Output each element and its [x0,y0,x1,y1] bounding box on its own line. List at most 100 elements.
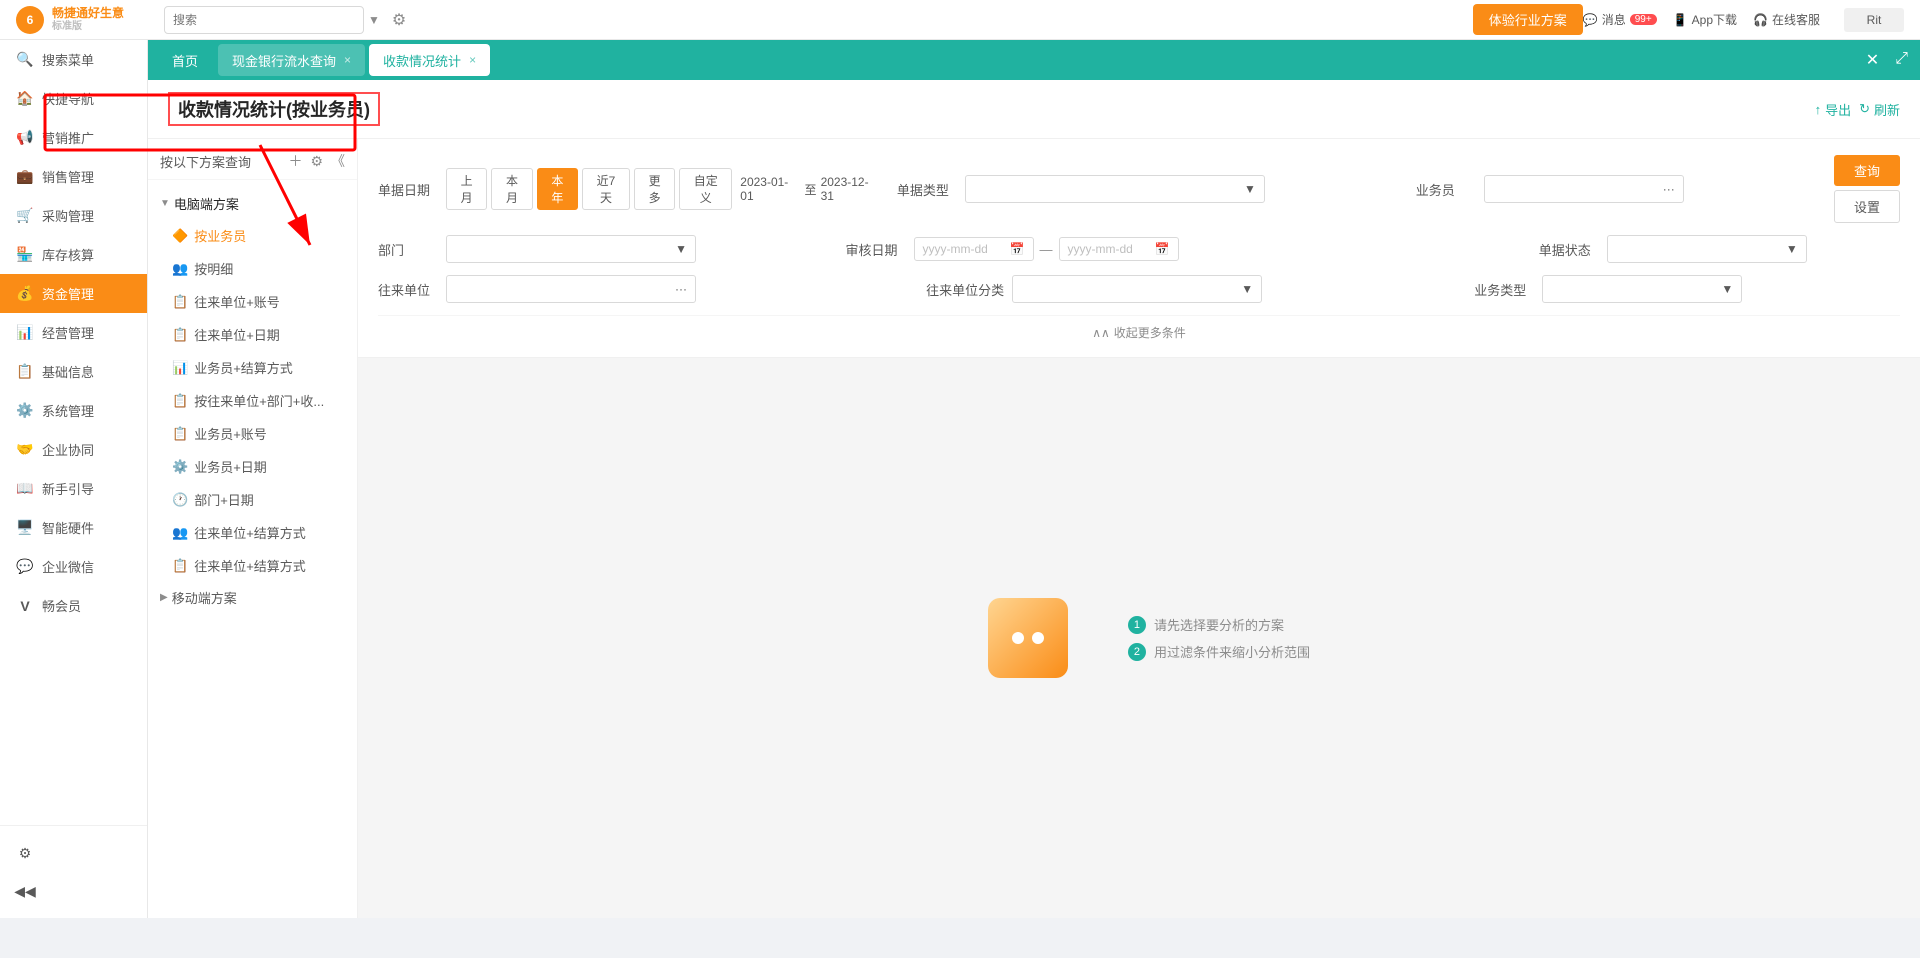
sidebar-item-finance[interactable]: 💰 资金管理 [0,274,147,313]
page-header: 收款情况统计(按业务员) ↑ 导出 ↻ 刷新 [148,80,1920,139]
this-year-btn[interactable]: 本年 [537,168,578,210]
more-date-btn[interactable]: 更多 [634,168,675,210]
sidebar-item-guide[interactable]: 📖 新手引导 [0,469,147,508]
export-button[interactable]: ↑ 导出 [1815,100,1852,119]
sidebar-settings-btn[interactable]: ⚙ [0,834,147,872]
tab-collection[interactable]: 收款情况统计 × [369,44,490,76]
partner-select[interactable]: ··· [446,275,696,303]
collapse-bar[interactable]: ∧∧ 收起更多条件 [378,315,1900,349]
tab-cashflow[interactable]: 现金银行流水查询 × [218,44,365,76]
review-date-to[interactable]: yyyy-mm-dd 📅 [1059,237,1179,261]
message-icon: 💬 [1583,13,1598,27]
tree-item-detail[interactable]: 👥 按明细 [148,252,357,285]
dept-field: 部门 ▼ [378,235,830,263]
desktop-group[interactable]: ▼ 电脑端方案 [148,188,357,219]
sidebar-item-inventory[interactable]: 🏪 库存核算 [0,235,147,274]
sidebar-item-system[interactable]: ⚙️ 系统管理 [0,391,147,430]
partner-settle2-icon: 📋 [172,558,188,574]
partner-category-select[interactable]: ▼ [1012,275,1262,303]
tab-collection-close[interactable]: × [469,53,476,67]
operations-icon: 📊 [16,324,34,342]
custom-date-btn[interactable]: 自定义 [679,168,732,210]
dept-date-icon: 🕐 [172,492,188,508]
tree-item-partner-date[interactable]: 📋 往来单位+日期 [148,318,357,351]
user-avatar[interactable]: Rit [1844,8,1904,32]
tree-item-partner-settle2[interactable]: 📋 往来单位+结算方式 [148,549,357,582]
messages-btn[interactable]: 💬 消息 99+ [1583,11,1657,28]
tree-item-salesperson-settlement[interactable]: 📊 业务员+结算方式 [148,351,357,384]
tree-section: ▼ 电脑端方案 🔶 按业务员 👥 按明细 📋 往来单位+账号 📋 往 [148,180,357,621]
review-date-from[interactable]: yyyy-mm-dd 📅 [914,237,1034,261]
form-actions: 查询 设置 [1834,155,1900,223]
date-shortcuts: 上月 本月 本年 近7天 更多 自定义 [446,168,732,210]
sidebar-item-quick-nav[interactable]: 🏠 快捷导航 [0,79,147,118]
tree-item-partner-settle1[interactable]: 👥 往来单位+结算方式 [148,516,357,549]
tree-item-partner-dept[interactable]: 📋 按往来单位+部门+收... [148,384,357,417]
mobile-group[interactable]: ▶ 移动端方案 [148,582,357,613]
search-input[interactable] [164,6,364,34]
partner-account-icon: 📋 [172,294,188,310]
download-icon: 📱 [1673,13,1688,27]
trial-button[interactable]: 体验行业方案 [1473,4,1583,35]
tree-item-salesperson[interactable]: 🔶 按业务员 [148,219,357,252]
sidebar-item-member[interactable]: V 畅会员 [0,586,147,625]
manage-scheme-btn[interactable]: ⚙ [310,153,323,170]
biz-type-field: 业务类型 ▼ [1474,275,1900,303]
last-7-days-btn[interactable]: 近7天 [582,168,630,210]
sidebar-item-weixin[interactable]: 💬 企业微信 [0,547,147,586]
tip-item-2: 2 用过滤条件来缩小分析范围 [1128,642,1310,661]
add-scheme-btn[interactable]: ＋ [288,151,302,171]
tree-item-partner-account[interactable]: 📋 往来单位+账号 [148,285,357,318]
setting-button[interactable]: 设置 [1834,190,1900,223]
sidebar-collapse-btn[interactable]: ◀◀ [0,872,147,910]
main-content: 首页 现金银行流水查询 × 收款情况统计 × ✕ ⤢ 收款情况统计(按业务员) … [148,40,1920,918]
tree-item-salesperson-account[interactable]: 📋 业务员+账号 [148,417,357,450]
status-chevron-icon: ▼ [1786,242,1798,256]
settings-icon[interactable]: ⚙ [392,10,406,30]
sidebar-item-sales[interactable]: 💼 销售管理 [0,157,147,196]
partner-label: 往来单位 [378,280,438,299]
empty-state: 1 请先选择要分析的方案 2 用过滤条件来缩小分析范围 [968,578,1310,698]
refresh-button[interactable]: ↻ 刷新 [1859,100,1900,119]
sidebar: 🔍 搜索菜单 🏠 快捷导航 📢 营销推广 💼 销售管理 🛒 采购管理 🏪 库存核… [0,40,148,918]
content-area: 按以下方案查询 ＋ ⚙ 《 ▼ 电脑端方案 🔶 按业务员 👥 按明细 [148,139,1920,918]
sidebar-item-purchase[interactable]: 🛒 采购管理 [0,196,147,235]
review-date-range: yyyy-mm-dd 📅 — yyyy-mm-dd 📅 [914,237,1523,261]
left-panel-header: 按以下方案查询 ＋ ⚙ 《 [148,139,357,180]
online-service-btn[interactable]: 🎧 在线客服 [1753,11,1820,28]
maximize-icon[interactable]: ⤢ [1891,46,1912,74]
tab-home[interactable]: 首页 [156,40,214,80]
close-window-icon[interactable]: ✕ [1862,46,1883,74]
app-download-btn[interactable]: 📱 App下载 [1673,11,1737,28]
page-title: 收款情况统计(按业务员) [168,92,380,126]
app-version: 标准版 [52,21,124,33]
tree-item-dept-date[interactable]: 🕐 部门+日期 [148,483,357,516]
settings-bottom-icon: ⚙ [16,844,34,862]
salesperson-select[interactable]: ··· [1484,175,1684,203]
query-button[interactable]: 查询 [1834,155,1900,186]
collapse-arrow-icon: ∧∧ [1092,326,1110,340]
tree-item-salesperson-date[interactable]: ⚙️ 业务员+日期 [148,450,357,483]
sidebar-item-hardware[interactable]: 🖥️ 智能硬件 [0,508,147,547]
biz-type-select[interactable]: ▼ [1542,275,1742,303]
chevron-down-icon: ▼ [1244,182,1256,196]
collab-icon: 🤝 [16,441,34,459]
dept-select[interactable]: ▼ [446,235,696,263]
doc-status-select[interactable]: ▼ [1607,235,1807,263]
collapse-panel-btn[interactable]: 《 [331,151,345,171]
last-month-btn[interactable]: 上月 [446,168,487,210]
tab-cashflow-close[interactable]: × [344,53,351,67]
sidebar-item-marketing[interactable]: 📢 营销推广 [0,118,147,157]
this-month-btn[interactable]: 本月 [491,168,532,210]
empty-illustration [968,578,1088,698]
finance-icon: 💰 [16,285,34,303]
doc-type-select[interactable]: ▼ [965,175,1265,203]
sales-icon: 💼 [16,168,34,186]
sidebar-item-collab[interactable]: 🤝 企业协同 [0,430,147,469]
weixin-icon: 💬 [16,558,34,576]
dropdown-icon[interactable]: ▼ [368,13,380,27]
refresh-icon: ↻ [1859,101,1870,117]
sidebar-item-search[interactable]: 🔍 搜索菜单 [0,40,147,79]
sidebar-item-basic-info[interactable]: 📋 基础信息 [0,352,147,391]
sidebar-item-operations[interactable]: 📊 经营管理 [0,313,147,352]
